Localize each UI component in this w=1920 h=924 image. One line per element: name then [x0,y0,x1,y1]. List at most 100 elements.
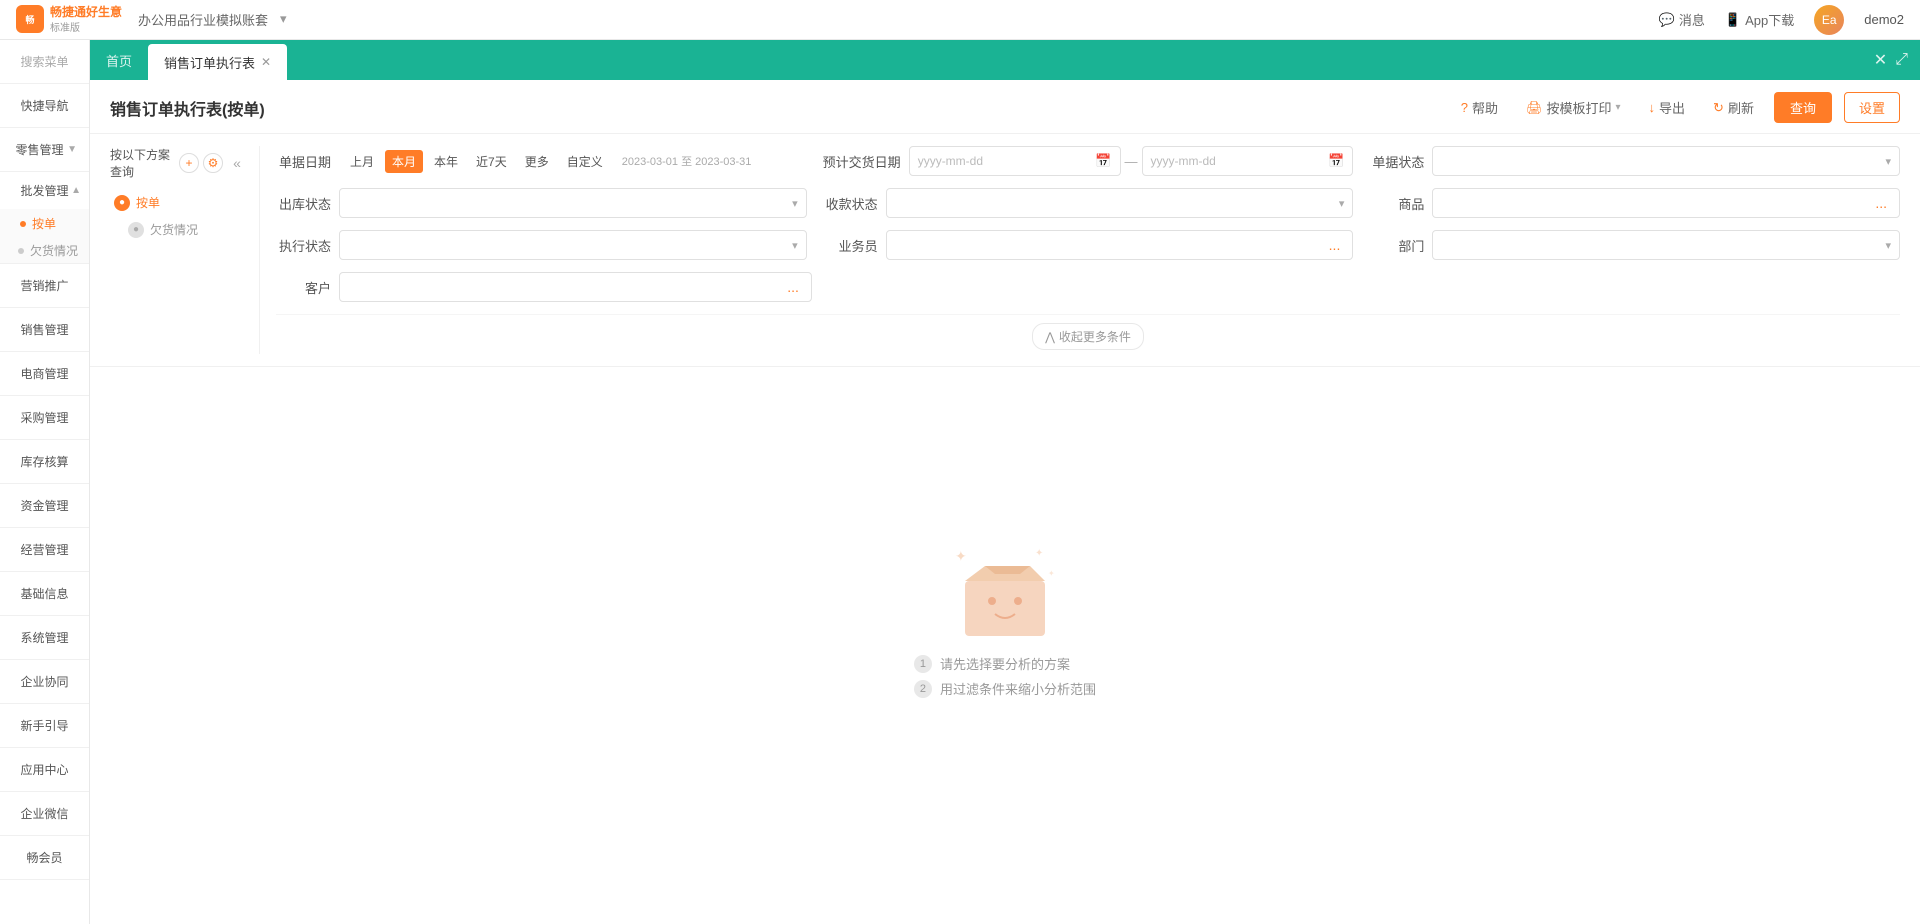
expected-date-end[interactable]: yyyy-mm-dd 📅 [1142,146,1354,176]
tab-sales-order[interactable]: 销售订单执行表 ✕ [148,44,287,80]
sidebar-sub-item-order[interactable]: 按单 [0,209,89,238]
sidebar-item-basic[interactable]: 基础信息 [0,572,89,616]
data-area: ✦ ✦ ✦ 1 请先选择要分析的方案 2 用过滤条件来缩小分析范围 [90,367,1920,867]
search-button[interactable]: 查询 [1774,92,1832,123]
scheme-collapse-button[interactable]: « [227,153,247,173]
date-tab-more[interactable]: 更多 [518,150,556,173]
expected-date-start[interactable]: yyyy-mm-dd 📅 [909,146,1121,176]
sidebar-appstore-label: 应用中心 [20,761,68,778]
print-button[interactable]: 🖨 按模板打印 ▾ [1518,94,1629,121]
scheme-title: 按以下方案查询 [110,146,173,180]
sidebar-item-retail[interactable]: 零售管理 ▼ [0,128,89,172]
app-download-label: App下载 [1745,10,1794,29]
sidebar-item-member[interactable]: 畅会员 [0,836,89,880]
sidebar-item-ecommerce[interactable]: 电商管理 [0,352,89,396]
app-download-button[interactable]: 📱 App下载 [1725,10,1794,29]
execution-select[interactable]: ▾ [339,230,807,260]
sidebar-item-quick-nav[interactable]: 快捷导航 [0,84,89,128]
avatar[interactable]: Ea [1814,5,1844,35]
sidebar-item-finance[interactable]: 资金管理 [0,484,89,528]
expected-date-label: 预计交货日期 [823,152,901,171]
step-1-num: 1 [914,655,932,673]
order-dot-icon [20,221,26,227]
sidebar-item-purchase[interactable]: 采购管理 [0,396,89,440]
message-button[interactable]: 💬 消息 [1659,10,1705,29]
settings-button[interactable]: 设置 [1844,92,1900,123]
step-2-num: 2 [914,680,932,698]
tab-close-all-icon[interactable]: ✕ [1874,50,1887,70]
sidebar-item-search[interactable]: 搜索菜单 [0,40,89,84]
help-icon: ? [1461,100,1468,115]
avatar-text: Ea [1822,13,1837,27]
sidebar-item-wholesale[interactable]: 批发管理 ▲ [0,172,89,209]
sidebar-sub-item-debt[interactable]: 欠货情况 [0,238,89,263]
help-button[interactable]: ? 帮助 [1453,94,1506,121]
sidebar-item-newbie[interactable]: 新手引导 [0,704,89,748]
refresh-button[interactable]: ↻ 刷新 [1705,94,1762,121]
collapse-button[interactable]: ⋀ 收起更多条件 [1032,323,1144,350]
export-label: 导出 [1659,98,1685,117]
product-select[interactable]: ... [1432,188,1900,218]
sidebar-operations-label: 经营管理 [20,541,68,558]
scheme-item-order[interactable]: ● 按单 [110,188,247,217]
date-tab-this-month[interactable]: 本月 [385,150,423,173]
tab-close-icon[interactable]: ✕ [261,56,271,68]
sidebar-item-system[interactable]: 系统管理 [0,616,89,660]
customer-label: 客户 [276,278,331,297]
tab-expand-icon[interactable]: ⤢ [1895,51,1908,69]
print-label: 按模板打印 [1546,98,1611,117]
sidebar-item-weixin[interactable]: 企业微信 [0,792,89,836]
department-select[interactable]: ▾ [1432,230,1900,260]
salesperson-label: 业务员 [823,236,878,255]
logo-area[interactable]: 畅 畅捷通好生意 标准版 [16,5,122,34]
date-tab-last-7days[interactable]: 近7天 [469,150,514,173]
date-tab-custom[interactable]: 自定义 [560,150,610,173]
search-label: 搜索菜单 [20,53,68,70]
filter-row-1: 单据日期 上月 本月 本年 近7天 更多 自定义 [276,146,1900,176]
scheme-debt-label: 欠货情况 [150,221,198,238]
export-button[interactable]: ↓ 导出 [1641,94,1694,121]
date-tab-last-month[interactable]: 上月 [343,150,381,173]
outstock-select[interactable]: ▾ [339,188,807,218]
status-label: 单据状态 [1369,152,1424,171]
date-tab-this-year[interactable]: 本年 [427,150,465,173]
scheme-settings-button[interactable]: ⚙ [203,153,223,173]
scheme-item-debt[interactable]: ● 欠货情况 [110,217,247,242]
sidebar-item-operations[interactable]: 经营管理 [0,528,89,572]
page-actions: ? 帮助 🖨 按模板打印 ▾ ↓ 导出 ↻ [1453,92,1900,123]
tab-home[interactable]: 首页 [90,40,148,80]
customer-dots-icon[interactable]: ... [783,279,803,295]
filter-field-product: 商品 ... [1369,188,1900,218]
status-select[interactable]: ▾ [1432,146,1900,176]
salesperson-select[interactable]: ... [886,230,1354,260]
sidebar-enterprise-label: 企业协同 [20,673,68,690]
sidebar-ecommerce-label: 电商管理 [20,365,68,382]
retail-arrow-icon: ▼ [67,144,77,155]
sidebar-member-label: 畅会员 [26,849,62,866]
logo-text-area: 畅捷通好生意 标准版 [50,5,122,34]
scheme-add-button[interactable]: + [179,153,199,173]
sidebar: 搜索菜单 快捷导航 零售管理 ▼ 批发管理 ▲ 按单 欠货情况 [0,40,90,924]
payment-select[interactable]: ▾ [886,188,1354,218]
header-dropdown-icon[interactable]: ▾ [280,11,287,27]
scheme-header: 按以下方案查询 + ⚙ « [110,146,247,180]
sidebar-weixin-label: 企业微信 [20,805,68,822]
sidebar-item-appstore[interactable]: 应用中心 [0,748,89,792]
filter-row-3: 执行状态 ▾ 业务员 ... [276,230,1900,260]
empty-step-1: 1 请先选择要分析的方案 [914,654,1096,673]
header-company-title: 办公用品行业模拟账套 [138,10,268,29]
sidebar-item-enterprise[interactable]: 企业协同 [0,660,89,704]
sidebar-item-inventory[interactable]: 库存核算 [0,440,89,484]
salesperson-dots-icon[interactable]: ... [1325,237,1345,253]
expected-date-start-text: yyyy-mm-dd [918,154,983,168]
sidebar-item-marketing[interactable]: 营销推广 [0,264,89,308]
sidebar-system-label: 系统管理 [20,629,68,646]
filter-form: 单据日期 上月 本月 本年 近7天 更多 自定义 [276,146,1900,354]
user-name: demo2 [1864,12,1904,27]
content-area: 首页 销售订单执行表 ✕ ✕ ⤢ 销售订单执行表(按单) ? [90,40,1920,924]
product-dots-icon[interactable]: ... [1871,195,1891,211]
filter-field-customer: 客户 ... [276,272,812,302]
sidebar-item-sales[interactable]: 销售管理 [0,308,89,352]
customer-select[interactable]: ... [339,272,812,302]
print-icon: 🖨 [1526,100,1543,116]
